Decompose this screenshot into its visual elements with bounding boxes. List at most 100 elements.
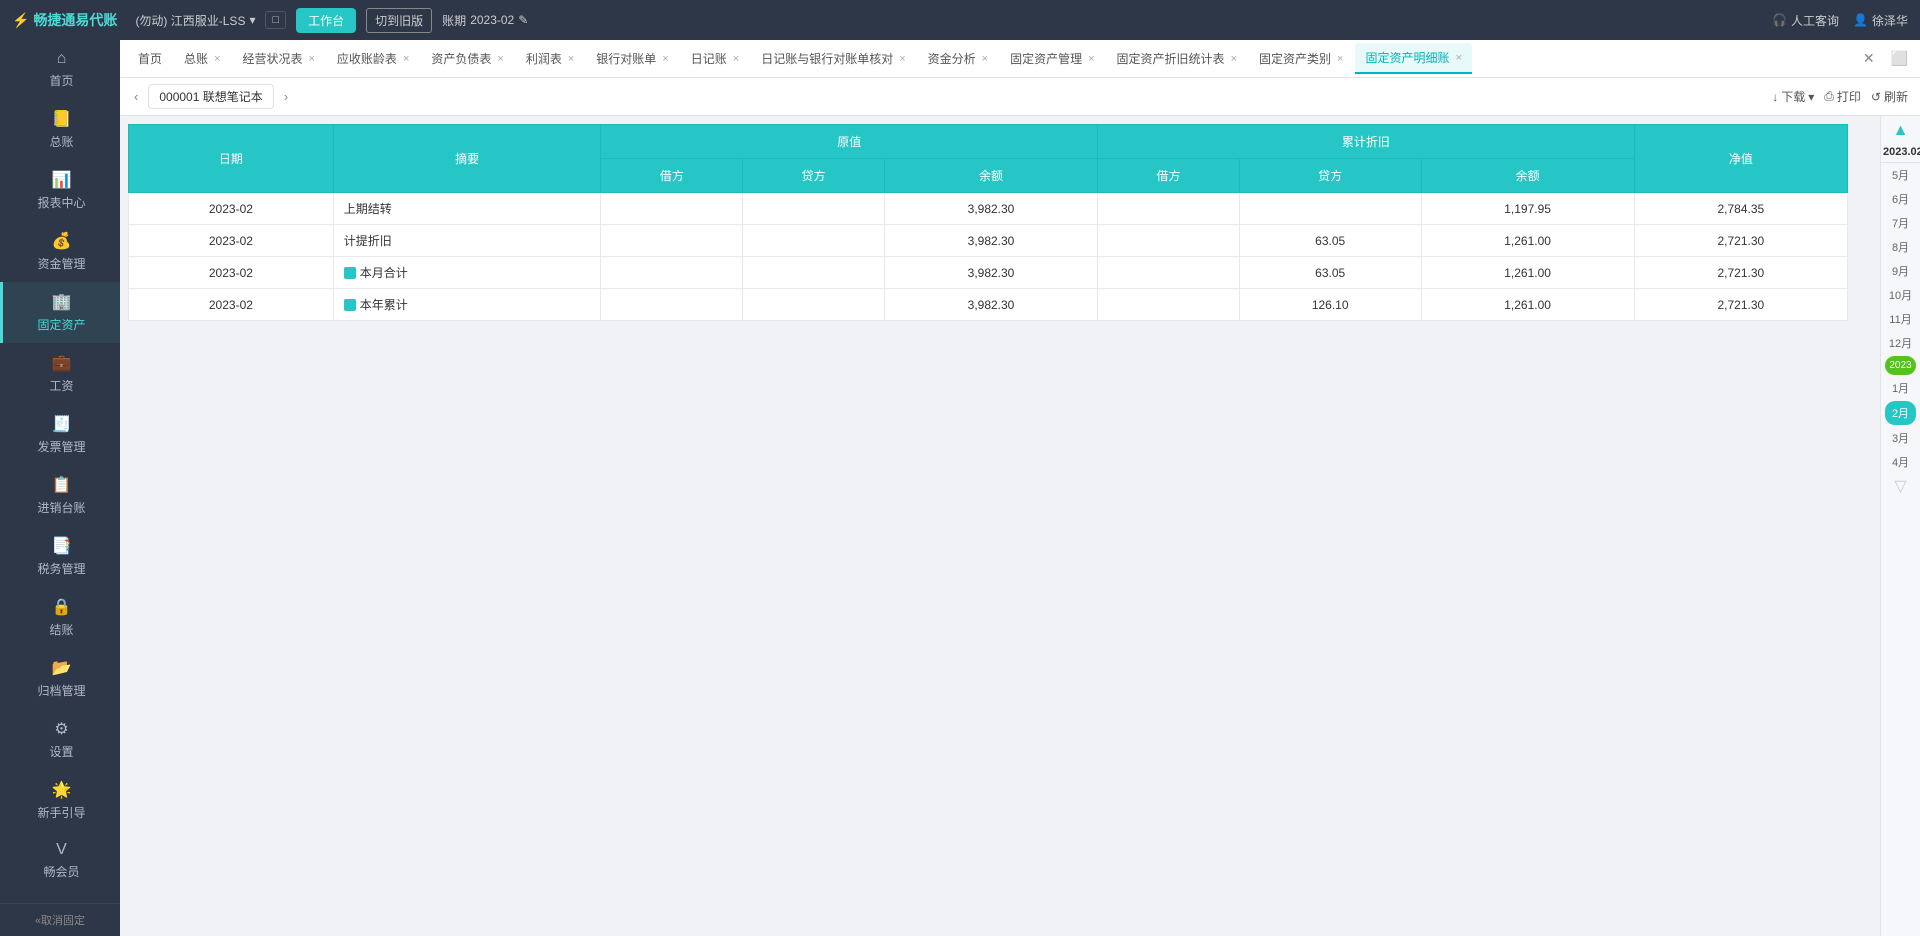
sidebar-item-newbie[interactable]: 🌟 新手引导 (0, 770, 120, 831)
cell-net-value: 2,721.30 (1634, 225, 1847, 257)
company-selector[interactable]: (勿动) 江西服业-LSS ▾ (135, 12, 255, 29)
nav-back-button[interactable]: ‹ (132, 87, 140, 106)
table-row: 2023-02 本月合计 3,982.30 63.05 1,261.00 2,7… (129, 257, 1848, 289)
sidebar-item-fixed-assets[interactable]: 🏢 固定资产 (0, 282, 120, 343)
col-acc-balance: 余额 (1421, 159, 1634, 193)
tab-fund-analysis-close[interactable]: × (982, 53, 988, 65)
tab-fa-manage-label: 固定资产管理 (1010, 50, 1082, 67)
sidebar: ⌂ 首页 📒 总账 📊 报表中心 💰 资金管理 🏢 固定资产 💼 工资 🧾 发票… (0, 40, 120, 936)
timeline-month-4[interactable]: 4月 (1881, 450, 1920, 474)
tab-journal-close[interactable]: × (733, 53, 739, 65)
cell-net-value: 2,784.35 (1634, 193, 1847, 225)
download-button[interactable]: ↓ 下载 ▾ (1772, 88, 1814, 105)
cell-acc-balance: 1,261.00 (1421, 225, 1634, 257)
print-button[interactable]: ⎙ 打印 (1824, 88, 1861, 105)
tab-profit-label: 利润表 (526, 50, 562, 67)
fund-icon: 💰 (52, 231, 72, 251)
timeline-month-3[interactable]: 3月 (1881, 426, 1920, 450)
timeline-month-11[interactable]: 11月 (1881, 307, 1920, 331)
sidebar-item-home[interactable]: ⌂ 首页 (0, 40, 120, 99)
tab-fa-depreciation-close[interactable]: × (1231, 53, 1237, 65)
sidebar-item-label: 税务管理 (37, 560, 85, 577)
close-all-tabs-button[interactable]: ✕ (1859, 48, 1879, 69)
cell-orig-credit (743, 225, 885, 257)
sidebar-item-invoice[interactable]: 🧾 发票管理 (0, 404, 120, 465)
sidebar-item-archive[interactable]: 📂 归档管理 (0, 648, 120, 709)
col-orig-balance: 余额 (884, 159, 1097, 193)
tab-fund-analysis[interactable]: 资金分析 × (918, 44, 998, 73)
cell-acc-debit (1098, 257, 1240, 289)
close-period-icon: 🔒 (52, 597, 72, 617)
sidebar-item-settings[interactable]: ⚙ 设置 (0, 709, 120, 770)
tab-fa-detail-close[interactable]: × (1455, 52, 1461, 64)
print-icon: ⎙ (1824, 89, 1834, 104)
timeline-year-marker-2023[interactable]: 2023 (1885, 356, 1916, 375)
copy-button[interactable]: □ (265, 11, 286, 29)
cell-acc-credit: 63.05 (1239, 225, 1421, 257)
timeline-month-7[interactable]: 7月 (1881, 211, 1920, 235)
timeline-month-6[interactable]: 6月 (1881, 187, 1920, 211)
archive-icon: 📂 (52, 658, 72, 678)
tab-fa-depreciation[interactable]: 固定资产折旧统计表 × (1107, 44, 1247, 73)
sidebar-item-fund[interactable]: 💰 资金管理 (0, 221, 120, 282)
tab-fa-manage-close[interactable]: × (1088, 53, 1094, 65)
timeline-scroll-down[interactable]: ▽ (1892, 474, 1908, 498)
tab-bank[interactable]: 银行对账单 × (586, 44, 678, 73)
refresh-button[interactable]: ↺ 刷新 (1871, 88, 1908, 105)
tab-fa-manage[interactable]: 固定资产管理 × (1000, 44, 1104, 73)
tab-reconcile-close[interactable]: × (899, 53, 905, 65)
sidebar-item-close[interactable]: 🔒 结账 (0, 587, 120, 648)
sidebar-item-sales[interactable]: 📋 进销台账 (0, 465, 120, 526)
timeline-month-9[interactable]: 9月 (1881, 259, 1920, 283)
period-value: 2023-02 (470, 13, 514, 27)
sidebar-item-tax[interactable]: 📑 税务管理 (0, 526, 120, 587)
tab-fa-category[interactable]: 固定资产类别 × (1249, 44, 1353, 73)
tab-profit-close[interactable]: × (568, 53, 574, 65)
sidebar-item-member[interactable]: V 畅会员 (0, 831, 120, 890)
workbench-button[interactable]: 工作台 (296, 8, 356, 33)
tab-fa-detail[interactable]: 固定资产明细账 × (1355, 43, 1471, 74)
switch-version-button[interactable]: 切到旧版 (366, 8, 432, 33)
timeline-month-2[interactable]: 2月 (1885, 401, 1916, 425)
tab-bank-close[interactable]: × (662, 53, 668, 65)
tab-ledger-label: 总账 (184, 50, 208, 67)
user-profile[interactable]: 👤 徐泽华 (1853, 12, 1908, 29)
tab-reconcile[interactable]: 日记账与银行对账单核对 × (751, 44, 915, 73)
timeline-month-10[interactable]: 10月 (1881, 283, 1920, 307)
app-logo: ⚡ 畅捷通易代账 (12, 10, 117, 30)
cell-summary: 本年累计 (333, 289, 601, 321)
timeline-month-5[interactable]: 5月 (1881, 163, 1920, 187)
nav-forward-button[interactable]: › (282, 87, 290, 106)
sidebar-item-label: 进销台账 (37, 499, 85, 516)
tab-profit[interactable]: 利润表 × (516, 44, 584, 73)
sidebar-item-reports[interactable]: 📊 报表中心 (0, 160, 120, 221)
sidebar-item-label: 固定资产 (37, 316, 85, 333)
period-edit-icon[interactable]: ✎ (518, 13, 528, 27)
tab-receivable[interactable]: 应收账龄表 × (327, 44, 419, 73)
timeline-month-12[interactable]: 12月 (1881, 331, 1920, 355)
sidebar-item-label: 资金管理 (37, 255, 85, 272)
timeline-scroll-up[interactable]: ▲ (1891, 120, 1911, 142)
tab-fa-category-close[interactable]: × (1337, 53, 1343, 65)
sidebar-item-salary[interactable]: 💼 工资 (0, 343, 120, 404)
cell-orig-balance: 3,982.30 (884, 289, 1097, 321)
cell-net-value: 2,721.30 (1634, 257, 1847, 289)
timeline-month-1[interactable]: 1月 (1881, 376, 1920, 400)
sidebar-item-label: 结账 (49, 621, 73, 638)
maximize-button[interactable]: ⬜ (1887, 48, 1912, 69)
sidebar-unpin-button[interactable]: «取消固定 (0, 903, 120, 936)
fixed-assets-icon: 🏢 (52, 292, 72, 312)
timeline-month-8[interactable]: 8月 (1881, 235, 1920, 259)
tab-business-close[interactable]: × (308, 53, 314, 65)
sidebar-item-ledger[interactable]: 📒 总账 (0, 99, 120, 160)
tab-receivable-close[interactable]: × (403, 53, 409, 65)
tab-ledger-close[interactable]: × (214, 53, 220, 65)
tab-business[interactable]: 经营状况表 × (232, 44, 324, 73)
service-button[interactable]: 🎧 人工客询 (1772, 12, 1839, 29)
tab-balance[interactable]: 资产负债表 × (421, 44, 513, 73)
user-avatar-icon: 👤 (1853, 13, 1868, 27)
tab-journal[interactable]: 日记账 × (681, 44, 749, 73)
tab-ledger[interactable]: 总账 × (174, 44, 230, 73)
tab-home[interactable]: 首页 (128, 44, 172, 73)
tab-balance-close[interactable]: × (497, 53, 503, 65)
